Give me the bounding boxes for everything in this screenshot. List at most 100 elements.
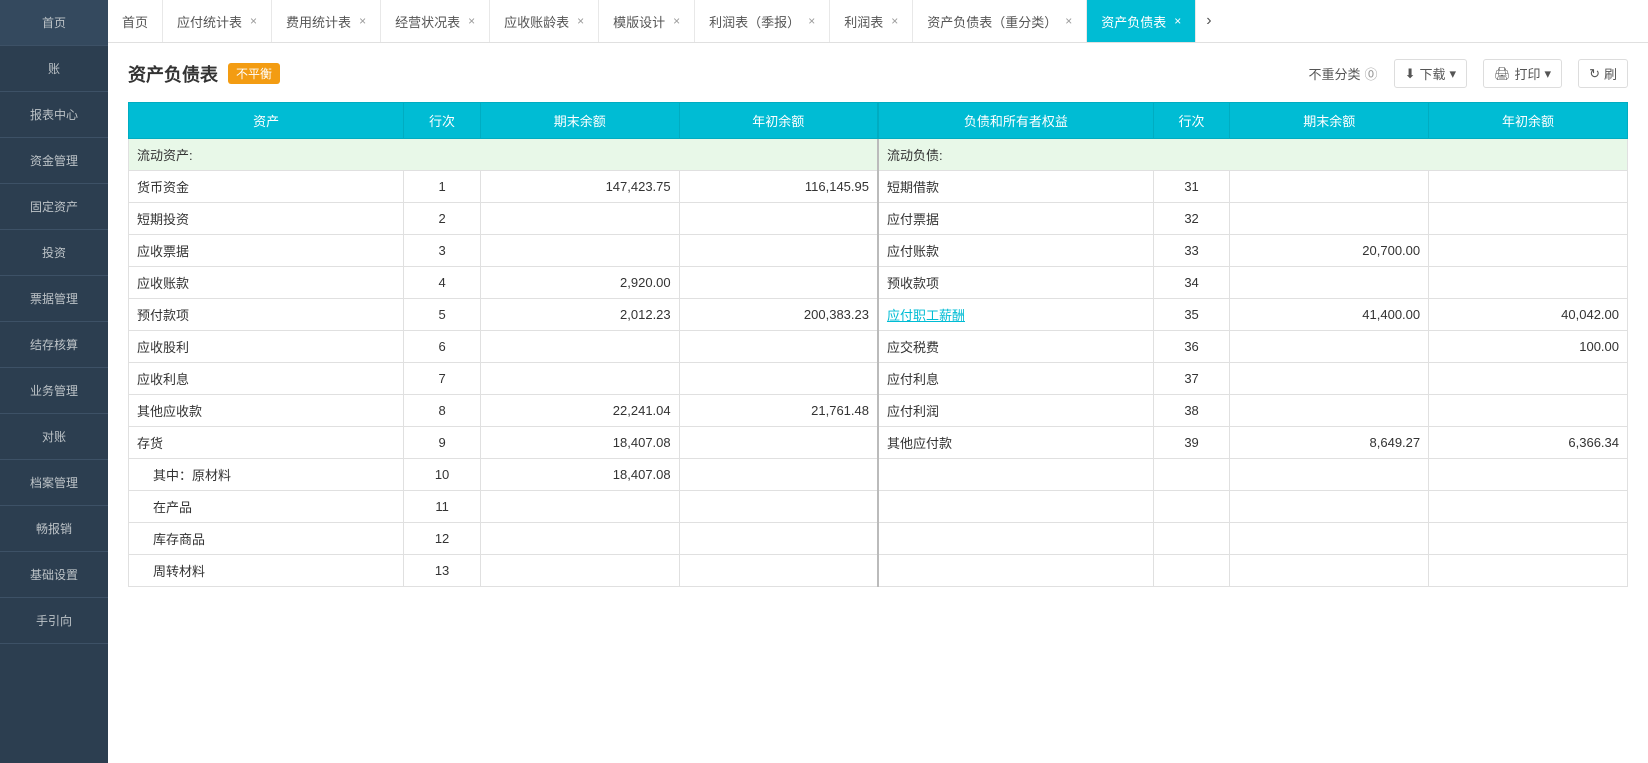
table-row: 其中：原材料 10 18,407.08 bbox=[129, 459, 1628, 491]
tab-income-statement-close[interactable]: × bbox=[891, 14, 898, 28]
row-4: 4 bbox=[404, 267, 480, 299]
lstart-34 bbox=[1429, 267, 1628, 299]
download-icon: ⬇ bbox=[1405, 66, 1416, 82]
tab-template-design-close[interactable]: × bbox=[673, 14, 680, 28]
sidebar-item-guide[interactable]: 手引向 bbox=[0, 598, 108, 644]
unbalanced-badge: 不平衡 bbox=[228, 63, 280, 84]
download-button[interactable]: ⬇ 下载 ▾ bbox=[1394, 59, 1467, 88]
lend-31 bbox=[1230, 171, 1429, 203]
tab-balance-reclassified-label: 资产负债表（重分类） bbox=[927, 12, 1057, 31]
header-end-balance: 期末余额 bbox=[480, 103, 679, 139]
classify-label: 不重分类 bbox=[1309, 64, 1361, 83]
tab-income-statement[interactable]: 利润表 × bbox=[830, 0, 913, 42]
download-chevron: ▾ bbox=[1449, 66, 1456, 82]
lrow-37: 37 bbox=[1153, 363, 1229, 395]
sidebar-item-bill-management[interactable]: 票据管理 bbox=[0, 276, 108, 322]
tab-balance-sheet-close[interactable]: × bbox=[1174, 14, 1181, 28]
tab-operating-status-close[interactable]: × bbox=[468, 14, 475, 28]
lstart-32 bbox=[1429, 203, 1628, 235]
lrow-39: 39 bbox=[1153, 427, 1229, 459]
header-liability: 负债和所有者权益 bbox=[878, 103, 1153, 139]
tab-bar: 首页 应付统计表 × 费用统计表 × 经营状况表 × 应收账龄表 × 模版设计 … bbox=[108, 0, 1648, 43]
sidebar-item-account[interactable]: 账 bbox=[0, 46, 108, 92]
end-4: 2,920.00 bbox=[480, 267, 679, 299]
tab-expense-stats-close[interactable]: × bbox=[359, 14, 366, 28]
lrow-empty-11 bbox=[1153, 491, 1229, 523]
lrow-empty-10 bbox=[1153, 459, 1229, 491]
asset-turnover-materials: 周转材料 bbox=[129, 555, 404, 587]
tab-receivable-aging-label: 应收账龄表 bbox=[504, 12, 569, 31]
tab-balance-reclassified[interactable]: 资产负债表（重分类） × bbox=[913, 0, 1087, 42]
header-start-balance: 年初余额 bbox=[679, 103, 878, 139]
help-icon[interactable]: ⓪ bbox=[1365, 64, 1378, 83]
start-7 bbox=[679, 363, 878, 395]
liability-advance-received: 预收款项 bbox=[878, 267, 1153, 299]
lstart-36: 100.00 bbox=[1429, 331, 1628, 363]
start-6 bbox=[679, 331, 878, 363]
sidebar-item-home[interactable]: 首页 bbox=[0, 0, 108, 46]
print-button[interactable]: 🖨 打印 ▾ bbox=[1483, 59, 1562, 88]
end-7 bbox=[480, 363, 679, 395]
sidebar-item-report-center[interactable]: 报表中心 bbox=[0, 92, 108, 138]
tab-balance-sheet-label: 资产负债表 bbox=[1101, 12, 1166, 31]
tab-payable-stats-label: 应付统计表 bbox=[177, 12, 242, 31]
tab-income-quarterly-close[interactable]: × bbox=[808, 14, 815, 28]
asset-notes-receivable: 应收票据 bbox=[129, 235, 404, 267]
lend-empty-11 bbox=[1230, 491, 1429, 523]
sidebar-item-expense-reimbursement[interactable]: 畅报销 bbox=[0, 506, 108, 552]
asset-accounts-receivable: 应收账款 bbox=[129, 267, 404, 299]
lend-39: 8,649.27 bbox=[1230, 427, 1429, 459]
asset-wip: 在产品 bbox=[129, 491, 404, 523]
tab-income-quarterly[interactable]: 利润表（季报） × bbox=[695, 0, 830, 42]
liability-profit-payable: 应付利润 bbox=[878, 395, 1153, 427]
balance-sheet-table: 资产 行次 期末余额 年初余额 负债和所有者权益 行次 期末余额 年初余额 流动… bbox=[128, 102, 1628, 587]
tab-expense-stats-label: 费用统计表 bbox=[286, 12, 351, 31]
print-label: 打印 bbox=[1515, 64, 1541, 83]
start-11 bbox=[679, 491, 878, 523]
tab-payable-stats[interactable]: 应付统计表 × bbox=[163, 0, 272, 42]
lstart-35: 40,042.00 bbox=[1429, 299, 1628, 331]
lstart-38 bbox=[1429, 395, 1628, 427]
tab-home[interactable]: 首页 bbox=[108, 0, 163, 42]
lstart-39: 6,366.34 bbox=[1429, 427, 1628, 459]
liability-other-payables: 其他应付款 bbox=[878, 427, 1153, 459]
sidebar-item-fund-management[interactable]: 资金管理 bbox=[0, 138, 108, 184]
tab-operating-status[interactable]: 经营状况表 × bbox=[381, 0, 490, 42]
sidebar-item-basic-settings[interactable]: 基础设置 bbox=[0, 552, 108, 598]
tab-receivable-aging-close[interactable]: × bbox=[577, 14, 584, 28]
end-6 bbox=[480, 331, 679, 363]
lend-35: 41,400.00 bbox=[1230, 299, 1429, 331]
tab-income-statement-label: 利润表 bbox=[844, 12, 883, 31]
header-start-balance2: 年初余额 bbox=[1429, 103, 1628, 139]
refresh-button[interactable]: ↻ 刷 bbox=[1578, 59, 1628, 88]
tab-template-design[interactable]: 模版设计 × bbox=[599, 0, 695, 42]
classify-action[interactable]: 不重分类 ⓪ bbox=[1309, 64, 1378, 83]
asset-short-invest: 短期投资 bbox=[129, 203, 404, 235]
table-row: 应收利息 7 应付利息 37 bbox=[129, 363, 1628, 395]
tab-balance-sheet[interactable]: 资产负债表 × bbox=[1087, 0, 1196, 42]
tab-expense-stats[interactable]: 费用统计表 × bbox=[272, 0, 381, 42]
table-row: 短期投资 2 应付票据 32 bbox=[129, 203, 1628, 235]
sidebar-item-archive-management[interactable]: 档案管理 bbox=[0, 460, 108, 506]
refresh-icon: ↻ bbox=[1589, 66, 1600, 82]
lend-34 bbox=[1230, 267, 1429, 299]
sidebar-item-inventory-accounting[interactable]: 结存核算 bbox=[0, 322, 108, 368]
start-1: 116,145.95 bbox=[679, 171, 878, 203]
current-assets-label: 流动资产: bbox=[129, 139, 878, 171]
start-2 bbox=[679, 203, 878, 235]
tab-more-button[interactable]: › bbox=[1196, 0, 1221, 42]
tab-receivable-aging[interactable]: 应收账龄表 × bbox=[490, 0, 599, 42]
sidebar-item-reconciliation[interactable]: 对账 bbox=[0, 414, 108, 460]
start-3 bbox=[679, 235, 878, 267]
lstart-empty-10 bbox=[1429, 459, 1628, 491]
employee-compensation-link[interactable]: 应付职工薪酬 bbox=[887, 308, 965, 323]
tab-balance-reclassified-close[interactable]: × bbox=[1065, 14, 1072, 28]
lrow-35: 35 bbox=[1153, 299, 1229, 331]
lrow-empty-12 bbox=[1153, 523, 1229, 555]
sidebar-item-business-management[interactable]: 业务管理 bbox=[0, 368, 108, 414]
sidebar-item-investment[interactable]: 投资 bbox=[0, 230, 108, 276]
sidebar-item-fixed-assets[interactable]: 固定资产 bbox=[0, 184, 108, 230]
row-10: 10 bbox=[404, 459, 480, 491]
header-actions: 不重分类 ⓪ ⬇ 下载 ▾ 🖨 打印 ▾ ↻ 刷 bbox=[1309, 59, 1628, 88]
tab-payable-stats-close[interactable]: × bbox=[250, 14, 257, 28]
